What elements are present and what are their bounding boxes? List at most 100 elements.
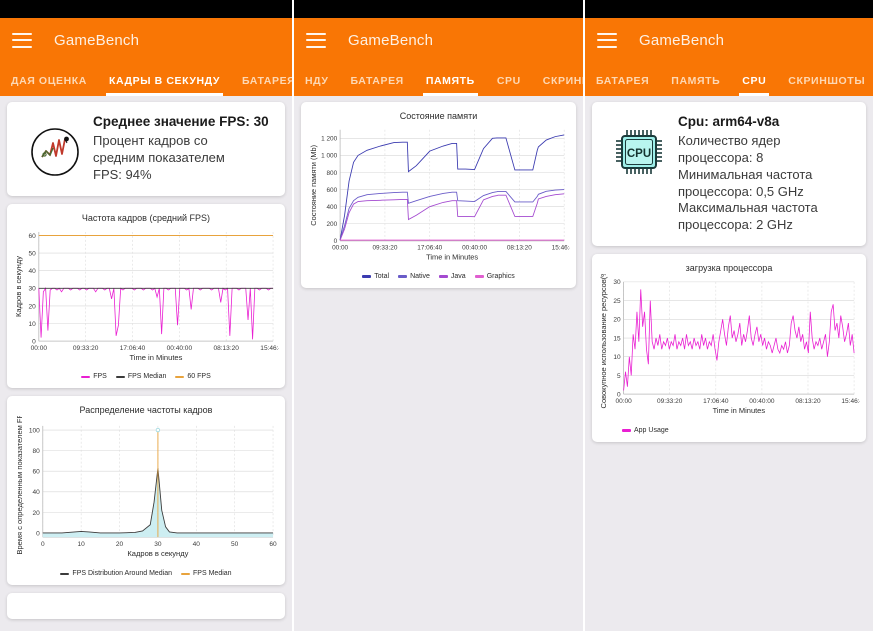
legend-label: 60 FPS <box>187 373 211 381</box>
legend-color-fps-median <box>115 375 125 379</box>
hamburger-icon[interactable] <box>597 32 617 48</box>
tab-battery[interactable]: БАТАРЕЯ <box>585 75 660 96</box>
tab-fps-partial[interactable]: НДУ <box>294 75 340 96</box>
svg-text:Совокупное использование ресур: Совокупное использование ресурсов(%) <box>599 274 608 408</box>
cpu-model: Cpu: arm64-v8a <box>678 114 780 129</box>
content-memory: Состояние памяти 0 200 400 600 800 1 000 1 200… <box>294 96 583 631</box>
tab-cpu[interactable]: CPU <box>486 75 532 96</box>
hamburger-icon[interactable] <box>306 32 326 48</box>
svg-text:00:00: 00:00 <box>332 245 348 252</box>
svg-text:10: 10 <box>29 320 37 327</box>
legend-color-total <box>362 275 372 278</box>
legend-label: FPS <box>93 373 107 381</box>
legend-item: FPS <box>81 373 107 380</box>
cpu-chip-icon: CPU <box>602 114 678 178</box>
tab-overall-score[interactable]: ДАЯ ОЦЕНКА <box>0 75 98 96</box>
fps-over-time-card: Частота кадров (средний FPS) 0 10 20 30 40 50… <box>7 203 285 389</box>
fps-graph-icon <box>17 114 93 178</box>
tab-bar-cpu: БАТАРЕЯ ПАМЯТЬ CPU СКРИНШОТЫ <box>585 62 873 96</box>
svg-text:Time in Minutes: Time in Minutes <box>426 252 478 261</box>
legend-color-app-usage <box>622 429 631 432</box>
legend-label: FPS Median <box>127 373 167 381</box>
hamburger-icon[interactable] <box>12 32 32 48</box>
status-bar <box>294 0 583 18</box>
tab-battery[interactable]: БАТАРЕЯ <box>231 75 292 96</box>
cpu-icon-label: CPU <box>627 148 651 160</box>
memory-chart-title: Состояние памяти <box>399 111 478 121</box>
cpu-maxfreq-line1: Максимальная частота <box>678 200 818 216</box>
tab-screenshots[interactable]: СКРИНШ <box>532 75 583 96</box>
svg-text:40: 40 <box>33 490 41 497</box>
svg-text:08:13:20: 08:13:20 <box>507 245 532 252</box>
svg-text:40: 40 <box>193 541 201 548</box>
content-cpu: CPU Cpu: arm64-v8a Количество ядер проце… <box>585 96 873 631</box>
fps-summary-text: Среднее значение FPS: 30 Процент кадров … <box>93 114 275 184</box>
cpu-cores-line1: Количество ядер <box>678 132 781 148</box>
svg-text:20: 20 <box>33 510 41 517</box>
legend-item: 60 FPS <box>175 373 211 381</box>
status-bar <box>0 0 292 18</box>
content-fps: Среднее значение FPS: 30 Процент кадров … <box>0 96 292 631</box>
cpu-usage-legend: App Usage <box>598 424 860 436</box>
legend-color-dist-median <box>181 572 191 576</box>
app-bar-fps: GameBench <box>0 18 292 62</box>
app-title: GameBench <box>348 31 434 49</box>
svg-text:Time in Minutes: Time in Minutes <box>713 406 766 415</box>
cpu-info-card: CPU Cpu: arm64-v8a Количество ядер проце… <box>592 102 866 247</box>
svg-text:30: 30 <box>29 285 37 292</box>
svg-text:15:46:40: 15:46:40 <box>260 345 279 352</box>
svg-text:15:46:40: 15:46:40 <box>841 398 860 405</box>
svg-text:200: 200 <box>326 221 337 228</box>
cpu-usage-plot: 0 5 10 15 20 25 30 00:00 09:33:20 17:06:40 00:40:0… <box>598 274 860 424</box>
fps-next-card-peek <box>7 593 285 620</box>
svg-text:30: 30 <box>154 541 162 548</box>
tab-memory[interactable]: ПАМЯТЬ <box>660 75 731 96</box>
svg-text:17:06:40: 17:06:40 <box>703 398 729 405</box>
svg-text:60: 60 <box>269 541 277 548</box>
legend-color-native <box>398 275 408 278</box>
fps-distribution-legend: FPS Distribution Around Median FPS Media… <box>13 567 279 579</box>
svg-text:10: 10 <box>613 354 621 361</box>
fps-percent-line3: FPS: 94% <box>93 166 152 182</box>
tab-memory[interactable]: ПАМЯТЬ <box>415 75 486 96</box>
svg-text:08:13:20: 08:13:20 <box>213 345 239 352</box>
svg-text:09:33:20: 09:33:20 <box>372 245 397 252</box>
tab-cpu[interactable]: CPU <box>731 75 777 96</box>
legend-item: FPS Median <box>181 570 232 577</box>
app-bar-memory: GameBench <box>294 18 583 62</box>
svg-text:5: 5 <box>617 373 621 380</box>
legend-item: Total <box>362 273 389 280</box>
svg-text:600: 600 <box>326 187 337 194</box>
legend-label: Native <box>410 273 430 281</box>
status-bar <box>585 0 873 18</box>
cpu-usage-card: загрузка процессора 0 5 10 15 20 25 30 00:00 09:… <box>592 254 866 442</box>
panel-cpu: GameBench БАТАРЕЯ ПАМЯТЬ CPU СКРИНШОТЫ C… <box>585 0 873 631</box>
tab-battery[interactable]: БАТАРЕЯ <box>340 75 415 96</box>
tab-fps[interactable]: КАДРЫ В СЕКУНДУ <box>98 75 231 96</box>
svg-text:0: 0 <box>36 531 40 538</box>
svg-text:100: 100 <box>29 428 40 435</box>
svg-text:50: 50 <box>29 250 37 257</box>
memory-legend: Total Native Java Graphics <box>307 270 570 282</box>
panel-memory: GameBench НДУ БАТАРЕЯ ПАМЯТЬ CPU СКРИНШ … <box>292 0 585 631</box>
svg-text:40: 40 <box>29 268 37 275</box>
svg-text:60: 60 <box>29 232 37 239</box>
fps-distribution-title: Распределение частоты кадров <box>79 405 213 416</box>
cpu-usage-title: загрузка процессора <box>685 263 773 274</box>
legend-label: Total <box>374 273 390 281</box>
legend-item: FPS Median <box>115 373 167 381</box>
memory-chart-card: Состояние памяти 0 200 400 600 800 1 000 1 200… <box>301 102 576 289</box>
fps-distribution-card: Распределение частоты кадров 0 20 40 60 80 10… <box>7 396 285 586</box>
svg-text:50: 50 <box>231 541 239 548</box>
fps-summary-card: Среднее значение FPS: 30 Процент кадров … <box>7 102 285 196</box>
legend-label: FPS Median <box>193 570 232 578</box>
cpu-maxfreq-line2: процессора: 2 GHz <box>678 217 793 233</box>
legend-label: App Usage <box>634 426 669 434</box>
tab-screenshots[interactable]: СКРИНШОТЫ <box>777 75 873 96</box>
app-bar-cpu: GameBench <box>585 18 873 62</box>
cpu-info-text: Cpu: arm64-v8a Количество ядер процессор… <box>678 114 856 234</box>
svg-text:00:00: 00:00 <box>615 398 632 405</box>
legend-label: Graphics <box>486 273 515 281</box>
svg-text:400: 400 <box>326 204 337 211</box>
svg-text:Состояние памяти (Mb): Состояние памяти (Mb) <box>309 145 318 226</box>
